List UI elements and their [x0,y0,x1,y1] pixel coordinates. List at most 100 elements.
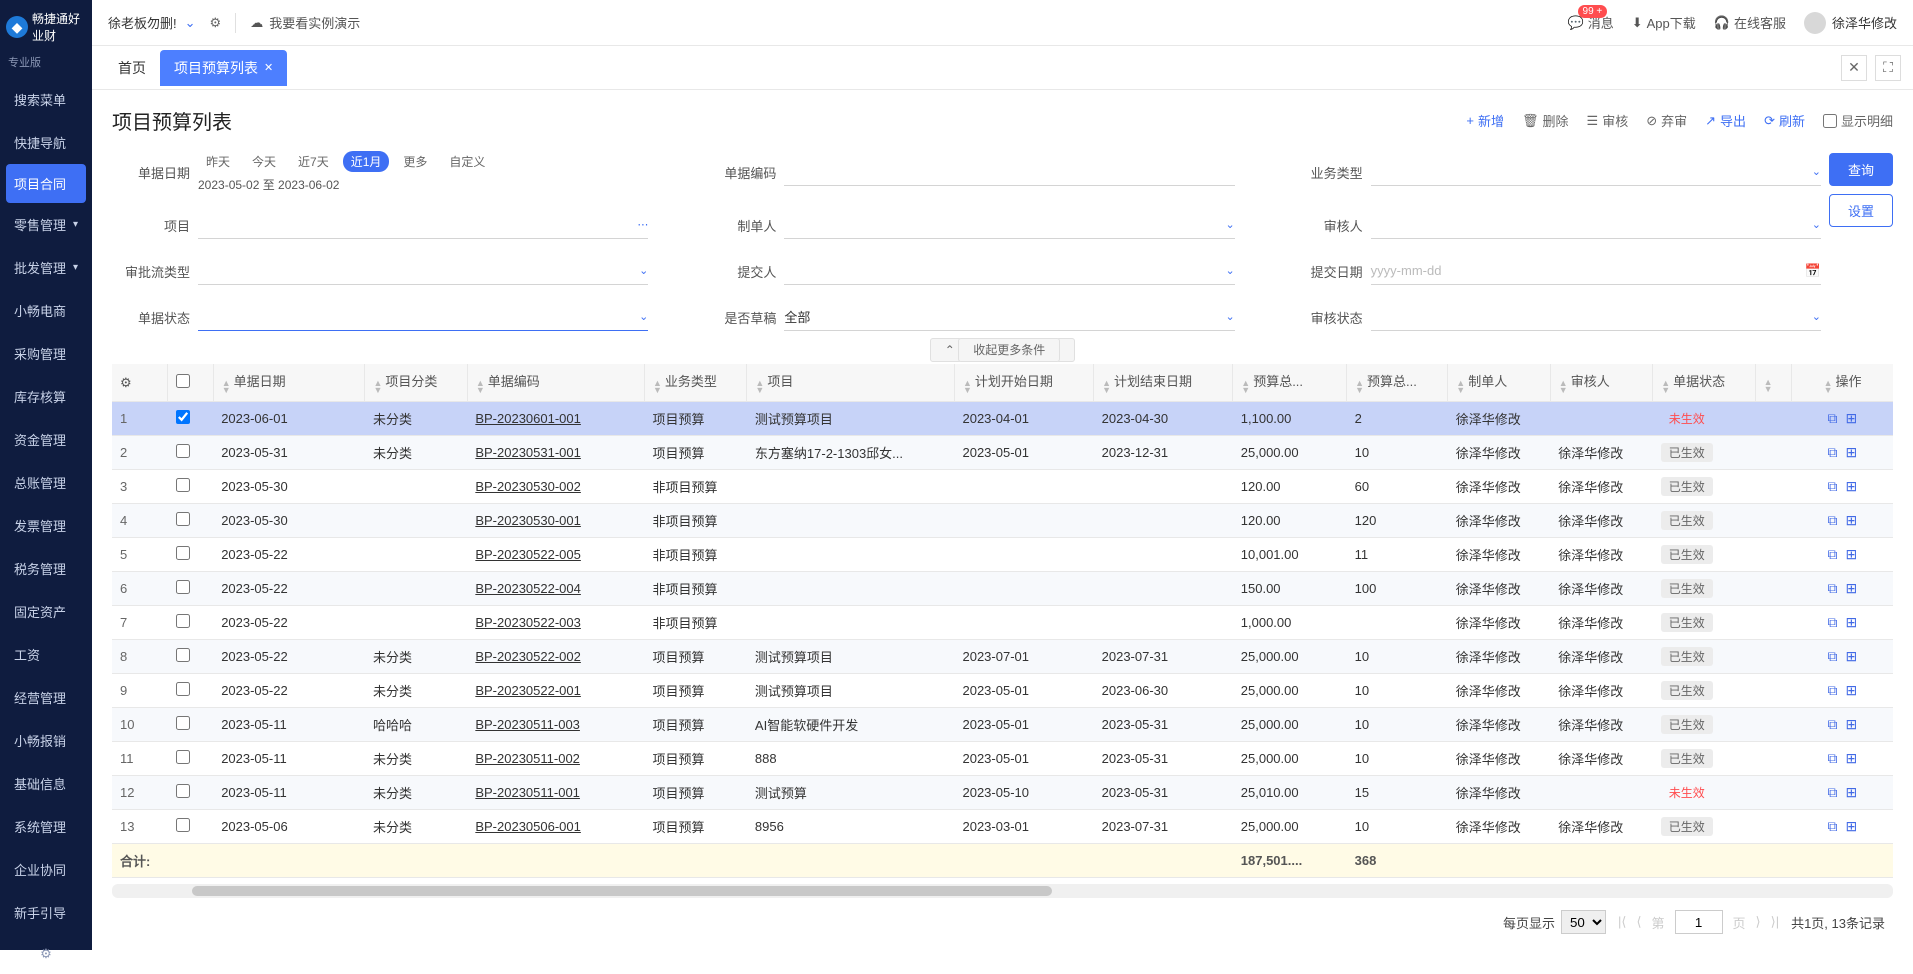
tab-home[interactable]: 首页 [104,50,160,86]
show-detail-toggle[interactable]: 显示明细 [1823,111,1893,130]
tab-close-all-button[interactable]: ✕ [1841,55,1867,81]
date-shortcut[interactable]: 自定义 [441,151,493,172]
biztype-select[interactable]: ⌄ [1371,158,1821,186]
project-select[interactable]: ⋯ [198,211,648,239]
sidebar-item[interactable]: 资金管理 [0,418,92,461]
code-input[interactable] [784,158,1234,186]
first-page-button[interactable]: |⟨ [1618,914,1626,930]
table-row[interactable]: 9 2023-05-22 未分类 BP-20230522-001 项目预算 测试… [112,674,1893,708]
page-input[interactable] [1675,910,1723,934]
code-link[interactable]: BP-20230530-002 [475,479,581,494]
sidebar-item[interactable]: 快捷导航 [0,121,92,164]
sort-icon[interactable]: ▲▼ [1559,380,1568,394]
view-icon[interactable]: ⧉ [1827,818,1837,835]
code-link[interactable]: BP-20230511-003 [475,717,580,732]
sort-icon[interactable]: ▲▼ [373,380,382,394]
tab-budget-list[interactable]: 项目预算列表 ✕ [160,50,287,86]
code-link[interactable]: BP-20230522-002 [475,649,581,664]
view-icon[interactable]: ⧉ [1827,546,1837,563]
sidebar-item[interactable]: 税务管理 [0,547,92,590]
more-icon[interactable]: ⊞ [1845,750,1857,767]
row-checkbox[interactable] [176,784,190,798]
abandon-button[interactable]: ⊘弃审 [1646,111,1687,130]
maker-select[interactable]: ⌄ [784,211,1234,239]
table-row[interactable]: 7 2023-05-22 BP-20230522-003 非项目预算 1,000… [112,606,1893,640]
settings-button[interactable]: 设置 [1829,194,1893,227]
row-checkbox[interactable] [176,818,190,832]
view-icon[interactable]: ⧉ [1827,444,1837,461]
draft-select[interactable]: 全部⌄ [784,303,1234,331]
date-shortcut[interactable]: 近7天 [290,151,337,172]
table-row[interactable]: 12 2023-05-11 未分类 BP-20230511-001 项目预算 测… [112,776,1893,810]
demo-link[interactable]: ☁ 我要看实例演示 [250,13,360,32]
column-header[interactable]: ▲▼单据编码 [467,364,644,402]
view-icon[interactable]: ⧉ [1827,478,1837,495]
sidebar-item[interactable]: 库存核算 [0,375,92,418]
sort-icon[interactable]: ▲▼ [1355,380,1364,394]
code-link[interactable]: BP-20230506-001 [475,819,581,834]
column-header[interactable]: ▲▼计划结束日期 [1094,364,1233,402]
scrollbar-thumb[interactable] [192,886,1052,896]
column-header[interactable]: ▲▼预算总... [1233,364,1347,402]
view-icon[interactable]: ⧉ [1827,580,1837,597]
fullscreen-button[interactable]: ⛶ [1875,55,1901,81]
table-row[interactable]: 13 2023-05-06 未分类 BP-20230506-001 项目预算 8… [112,810,1893,844]
column-header[interactable]: ▲▼计划开始日期 [954,364,1093,402]
sort-icon[interactable]: ▲▼ [963,380,972,394]
row-checkbox[interactable] [176,444,190,458]
more-icon[interactable]: ⊞ [1845,818,1857,835]
code-link[interactable]: BP-20230530-001 [475,513,581,528]
approver-select[interactable]: ⌄ [1371,211,1821,239]
sort-icon[interactable]: ▲▼ [755,380,764,394]
delete-button[interactable]: 🗑删除 [1522,111,1569,130]
column-header[interactable]: ▲▼ [1755,364,1792,402]
org-selector[interactable]: 徐老板勿删! ⌄ [108,13,196,32]
more-icon[interactable]: ⊞ [1845,478,1857,495]
column-header[interactable]: ▲▼操作 [1792,364,1893,402]
row-checkbox[interactable] [176,716,190,730]
view-icon[interactable]: ⧉ [1827,648,1837,665]
messages-button[interactable]: 99 + 💬 消息 [1568,13,1614,32]
column-header[interactable]: ▲▼单据状态 [1653,364,1755,402]
table-row[interactable]: 5 2023-05-22 BP-20230522-005 非项目预算 10,00… [112,538,1893,572]
view-icon[interactable]: ⧉ [1827,784,1837,801]
sidebar-item[interactable]: 小畅报销 [0,719,92,762]
row-checkbox[interactable] [176,614,190,628]
search-button[interactable]: 查询 [1829,153,1893,186]
status-select[interactable]: ⌄ [198,303,648,331]
table-row[interactable]: 2 2023-05-31 未分类 BP-20230531-001 项目预算 东方… [112,436,1893,470]
sidebar-item[interactable]: 企业协同 [0,848,92,891]
column-header[interactable]: ▲▼审核人 [1550,364,1652,402]
sidebar-item[interactable]: 总账管理 [0,461,92,504]
more-icon[interactable]: ⊞ [1845,580,1857,597]
column-header[interactable]: ▲▼业务类型 [644,364,746,402]
collapse-filters-button[interactable]: ⌃ 收起更多条件 [930,338,1075,362]
sidebar-item[interactable]: 基础信息 [0,762,92,805]
more-icon[interactable]: ⊞ [1845,682,1857,699]
sidebar-item[interactable]: 经营管理 [0,676,92,719]
table-row[interactable]: 4 2023-05-30 BP-20230530-001 非项目预算 120.0… [112,504,1893,538]
sidebar-item[interactable]: 零售管理▾ [0,203,92,246]
row-checkbox[interactable] [176,682,190,696]
refresh-button[interactable]: ⟳刷新 [1764,111,1805,130]
approve-status-select[interactable]: ⌄ [1371,303,1821,331]
sort-icon[interactable]: ▲▼ [1102,380,1111,394]
code-link[interactable]: BP-20230522-005 [475,547,581,562]
code-link[interactable]: BP-20230601-001 [475,411,581,426]
submitter-select[interactable]: ⌄ [784,257,1234,285]
row-checkbox[interactable] [176,580,190,594]
date-shortcut[interactable]: 近1月 [343,151,390,172]
sort-icon[interactable]: ▲▼ [222,380,231,394]
prev-page-button[interactable]: ⟨ [1636,914,1641,930]
sort-icon[interactable]: ▲▼ [653,380,662,394]
select-all-checkbox[interactable] [176,374,190,388]
sidebar-item[interactable]: 固定资产 [0,590,92,633]
sidebar-item[interactable]: 搜索菜单 [0,78,92,121]
view-icon[interactable]: ⧉ [1827,750,1837,767]
more-icon[interactable]: ⊞ [1845,614,1857,631]
row-checkbox[interactable] [176,546,190,560]
flowtype-select[interactable]: ⌄ [198,257,648,285]
table-row[interactable]: 11 2023-05-11 未分类 BP-20230511-002 项目预算 8… [112,742,1893,776]
table-row[interactable]: 10 2023-05-11 哈哈哈 BP-20230511-003 项目预算 A… [112,708,1893,742]
column-header[interactable]: ▲▼项目 [747,364,955,402]
